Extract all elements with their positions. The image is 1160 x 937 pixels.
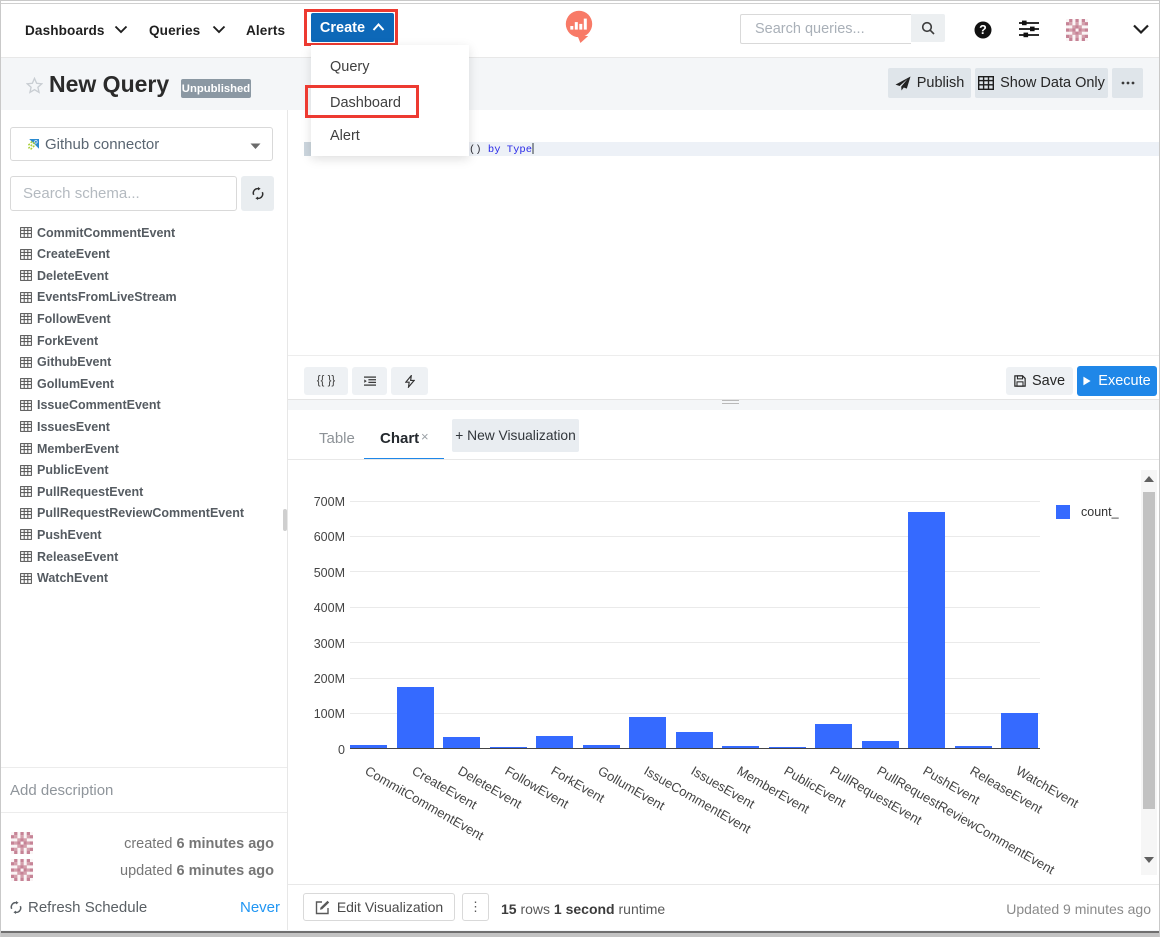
svg-text:?: ? [979,23,987,37]
